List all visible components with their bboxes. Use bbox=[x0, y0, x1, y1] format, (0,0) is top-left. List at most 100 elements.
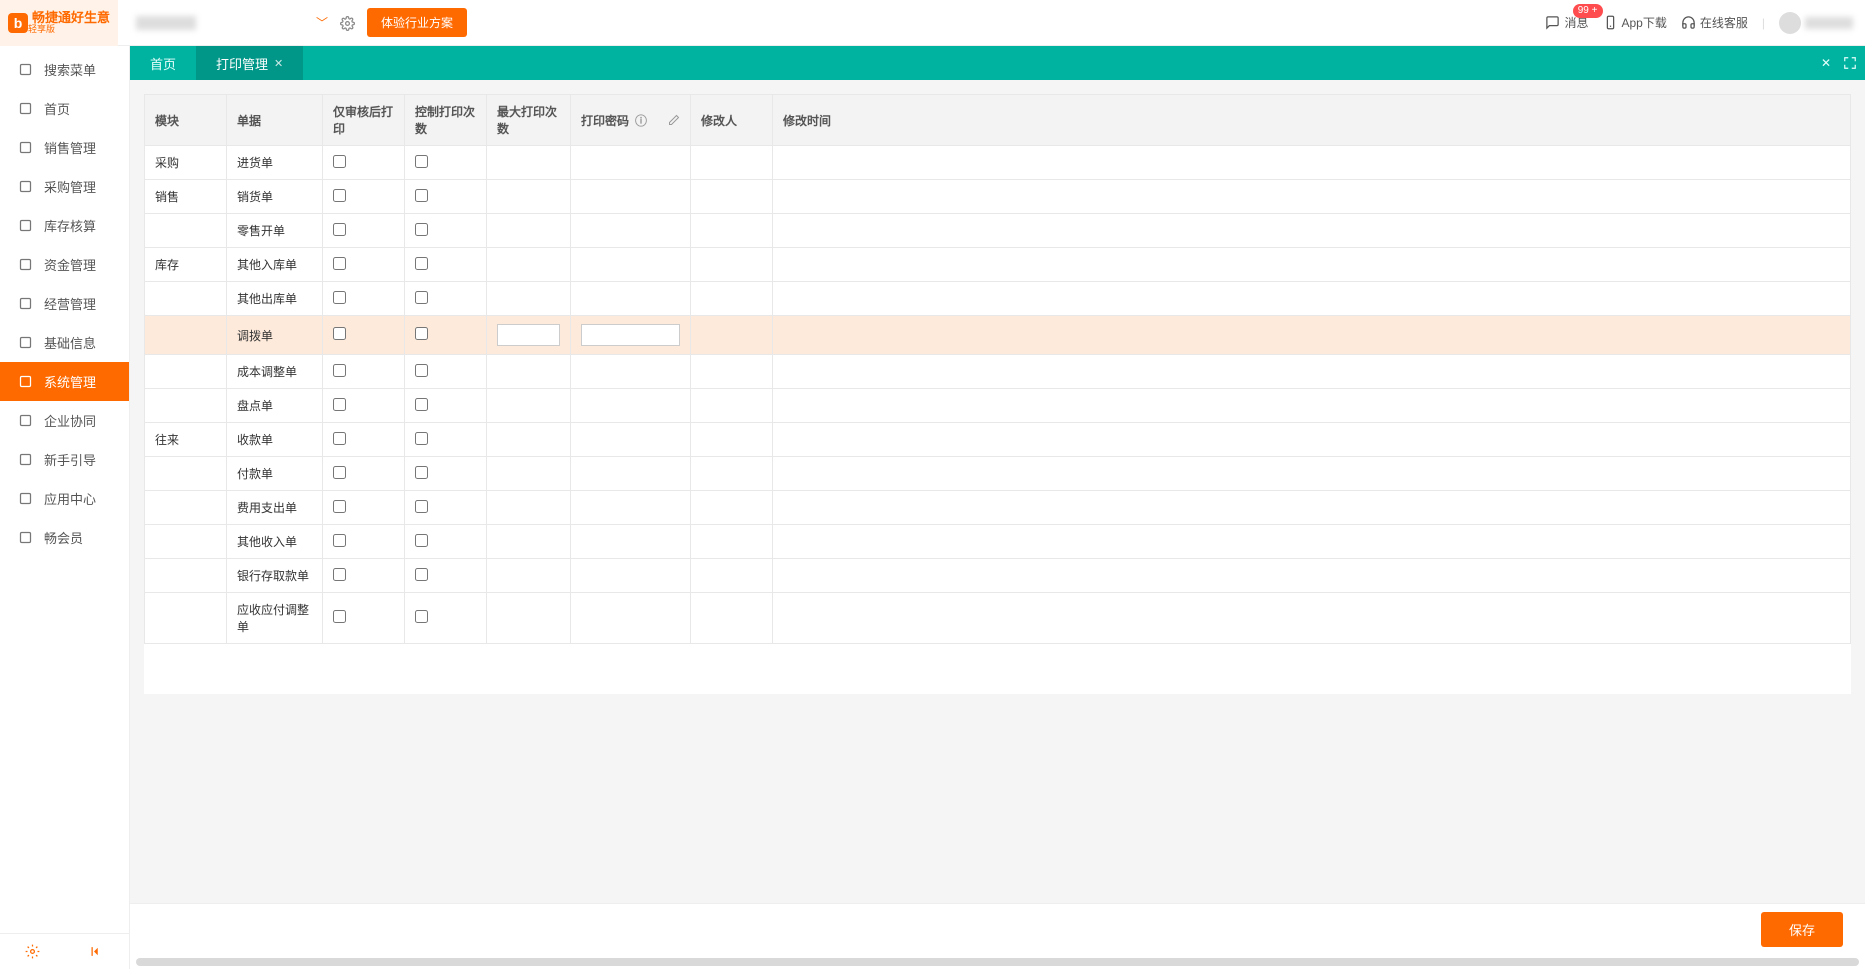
cell-modifier bbox=[691, 593, 773, 644]
cell-control bbox=[405, 316, 487, 355]
trial-button[interactable]: 体验行业方案 bbox=[367, 8, 467, 37]
control-checkbox[interactable] bbox=[415, 189, 428, 202]
tab-0[interactable]: 首页 bbox=[130, 46, 196, 80]
control-checkbox[interactable] bbox=[415, 364, 428, 377]
audit-checkbox[interactable] bbox=[333, 500, 346, 513]
audit-checkbox[interactable] bbox=[333, 568, 346, 581]
sidebar-item-7[interactable]: 基础信息 bbox=[0, 323, 129, 362]
user-menu[interactable] bbox=[1779, 12, 1853, 34]
sidebar-item-9[interactable]: 企业协同 bbox=[0, 401, 129, 440]
audit-checkbox[interactable] bbox=[333, 189, 346, 202]
tab-label: 首页 bbox=[150, 54, 176, 73]
sidebar: 搜索菜单首页销售管理采购管理库存核算资金管理经营管理基础信息系统管理企业协同新手… bbox=[0, 46, 130, 969]
cell-password bbox=[571, 457, 691, 491]
sidebar-item-3[interactable]: 采购管理 bbox=[0, 167, 129, 206]
cell-modifier bbox=[691, 146, 773, 180]
control-checkbox[interactable] bbox=[415, 432, 428, 445]
audit-checkbox[interactable] bbox=[333, 364, 346, 377]
audit-checkbox[interactable] bbox=[333, 327, 346, 340]
sidebar-item-2[interactable]: 销售管理 bbox=[0, 128, 129, 167]
cell-control bbox=[405, 214, 487, 248]
control-checkbox[interactable] bbox=[415, 500, 428, 513]
company-selector[interactable]: ﹀ bbox=[136, 14, 328, 31]
sidebar-item-1[interactable]: 首页 bbox=[0, 89, 129, 128]
sidebar-item-10[interactable]: 新手引导 bbox=[0, 440, 129, 479]
audit-checkbox[interactable] bbox=[333, 610, 346, 623]
sidebar-item-0[interactable]: 搜索菜单 bbox=[0, 50, 129, 89]
th-module: 模块 bbox=[145, 95, 227, 146]
cell-password bbox=[571, 214, 691, 248]
settings-icon[interactable] bbox=[25, 944, 40, 959]
max-count-input[interactable] bbox=[497, 324, 560, 346]
edit-icon[interactable] bbox=[668, 114, 680, 126]
th-max-count: 最大打印次数 bbox=[487, 95, 571, 146]
cell-max bbox=[487, 282, 571, 316]
save-button[interactable]: 保存 bbox=[1761, 912, 1843, 947]
sidebar-item-8[interactable]: 系统管理 bbox=[0, 362, 129, 401]
control-checkbox[interactable] bbox=[415, 327, 428, 340]
help-icon[interactable]: ⓘ bbox=[635, 112, 647, 129]
cell-modifier bbox=[691, 389, 773, 423]
audit-checkbox[interactable] bbox=[333, 466, 346, 479]
cell-max bbox=[487, 559, 571, 593]
th-control-count: 控制打印次数 bbox=[405, 95, 487, 146]
company-name-blurred bbox=[136, 16, 196, 30]
tab-close-all-icon[interactable]: ✕ bbox=[1821, 56, 1831, 70]
table-header-row: 模块 单据 仅审核后打印 控制打印次数 最大打印次数 打印密码 ⓘ bbox=[145, 95, 1851, 146]
appcenter-icon bbox=[18, 491, 34, 507]
close-icon[interactable]: ✕ bbox=[274, 57, 283, 70]
control-checkbox[interactable] bbox=[415, 534, 428, 547]
cell-module bbox=[145, 457, 227, 491]
audit-checkbox[interactable] bbox=[333, 291, 346, 304]
gear-icon[interactable] bbox=[340, 14, 355, 31]
messages-link[interactable]: 消息 99 + bbox=[1545, 14, 1588, 31]
cell-module bbox=[145, 355, 227, 389]
password-input[interactable] bbox=[581, 324, 680, 346]
audit-checkbox[interactable] bbox=[333, 223, 346, 236]
sidebar-item-6[interactable]: 经营管理 bbox=[0, 284, 129, 323]
table-row: 零售开单 bbox=[145, 214, 1851, 248]
sidebar-item-11[interactable]: 应用中心 bbox=[0, 479, 129, 518]
cell-password bbox=[571, 389, 691, 423]
basic-icon bbox=[18, 335, 34, 351]
sidebar-item-12[interactable]: 畅会员 bbox=[0, 518, 129, 557]
messages-badge: 99 + bbox=[1573, 4, 1603, 18]
tab-1[interactable]: 打印管理✕ bbox=[196, 46, 303, 80]
cell-audit bbox=[323, 214, 405, 248]
cell-control bbox=[405, 423, 487, 457]
app-download-link[interactable]: App下载 bbox=[1603, 14, 1667, 31]
control-checkbox[interactable] bbox=[415, 291, 428, 304]
control-checkbox[interactable] bbox=[415, 223, 428, 236]
cell-modifier bbox=[691, 180, 773, 214]
sidebar-item-4[interactable]: 库存核算 bbox=[0, 206, 129, 245]
cell-modifier bbox=[691, 559, 773, 593]
guide-icon bbox=[18, 452, 34, 468]
horizontal-scrollbar[interactable] bbox=[130, 955, 1865, 969]
control-checkbox[interactable] bbox=[415, 466, 428, 479]
cell-modify-time bbox=[773, 214, 1851, 248]
collapse-icon[interactable] bbox=[89, 944, 104, 959]
cell-control bbox=[405, 180, 487, 214]
audit-checkbox[interactable] bbox=[333, 155, 346, 168]
control-checkbox[interactable] bbox=[415, 257, 428, 270]
cell-modify-time bbox=[773, 457, 1851, 491]
cell-control bbox=[405, 491, 487, 525]
cell-module bbox=[145, 525, 227, 559]
audit-checkbox[interactable] bbox=[333, 432, 346, 445]
audit-checkbox[interactable] bbox=[333, 398, 346, 411]
control-checkbox[interactable] bbox=[415, 610, 428, 623]
sidebar-item-5[interactable]: 资金管理 bbox=[0, 245, 129, 284]
cell-audit bbox=[323, 457, 405, 491]
audit-checkbox[interactable] bbox=[333, 257, 346, 270]
cell-audit bbox=[323, 389, 405, 423]
cell-module bbox=[145, 491, 227, 525]
online-service-link[interactable]: 在线客服 bbox=[1681, 14, 1748, 31]
divider: | bbox=[1762, 16, 1765, 30]
tab-bar: 首页 打印管理✕ ✕ bbox=[130, 46, 1865, 80]
control-checkbox[interactable] bbox=[415, 568, 428, 581]
audit-checkbox[interactable] bbox=[333, 534, 346, 547]
fullscreen-icon[interactable] bbox=[1843, 56, 1857, 70]
control-checkbox[interactable] bbox=[415, 398, 428, 411]
logo-icon: b bbox=[8, 13, 28, 33]
control-checkbox[interactable] bbox=[415, 155, 428, 168]
